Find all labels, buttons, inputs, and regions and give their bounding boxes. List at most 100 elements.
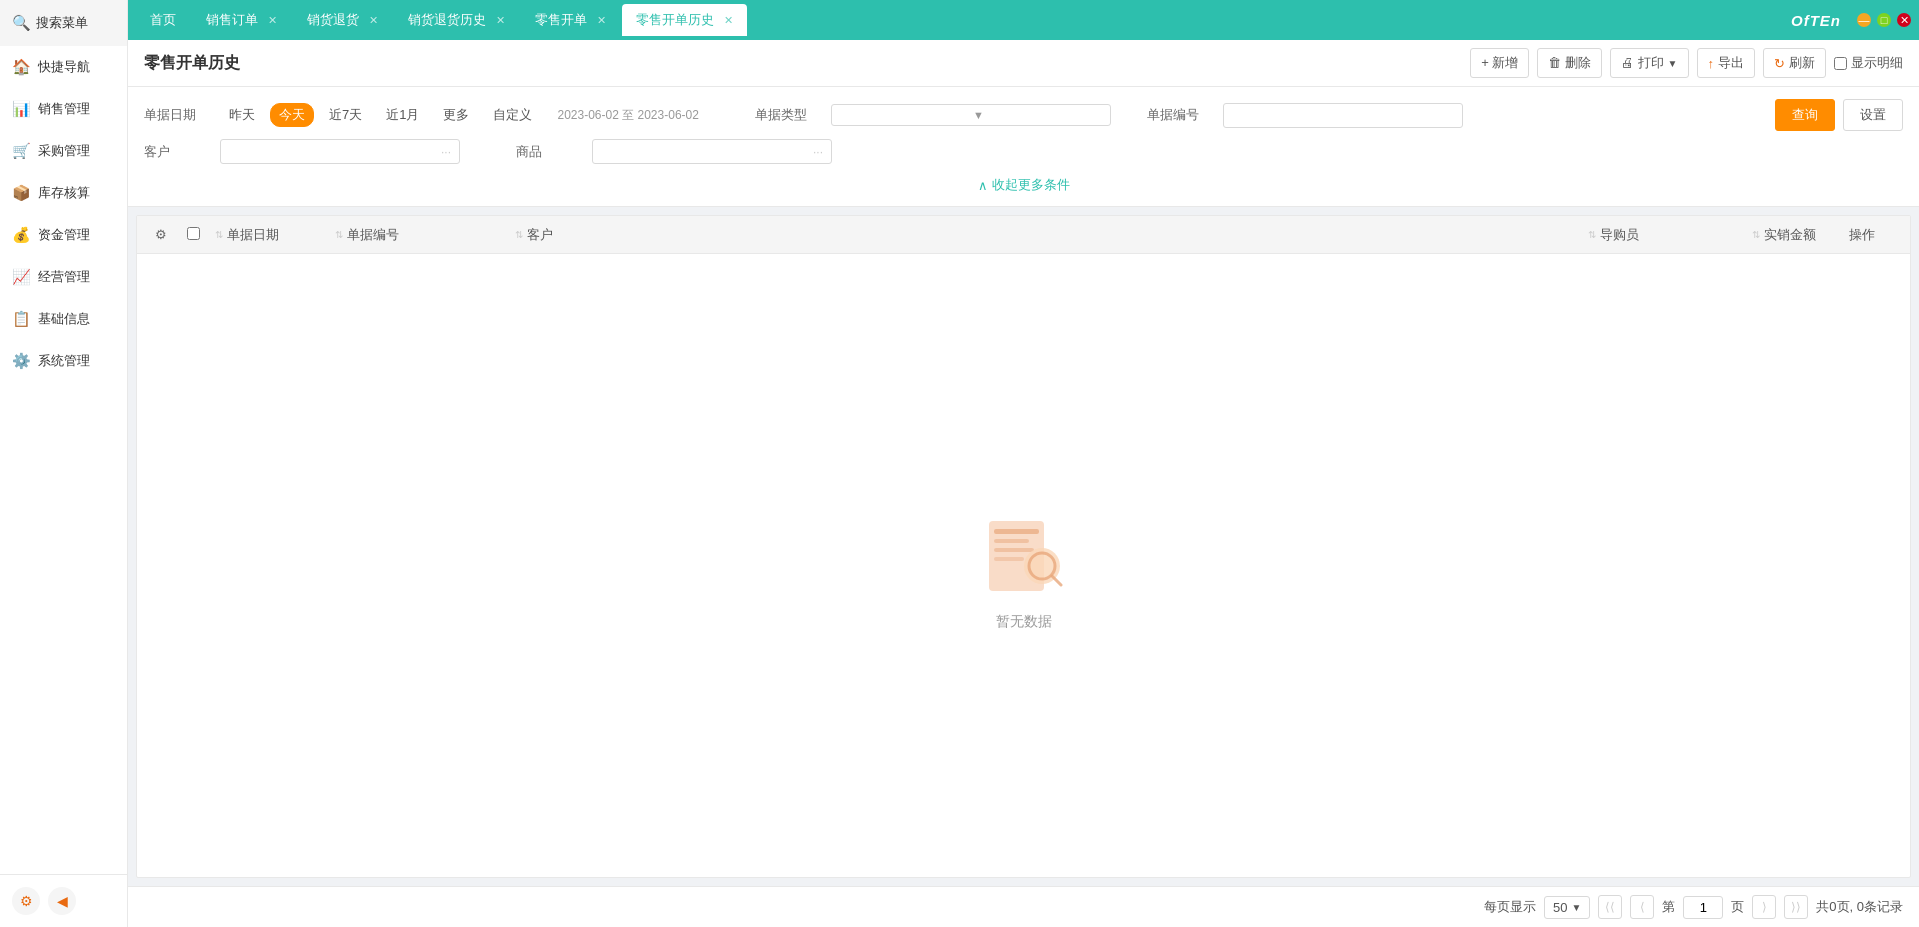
th-action-label: 操作 xyxy=(1849,226,1875,244)
sort-icon-1: ⇅ xyxy=(215,229,223,240)
tab-sales-return-close[interactable]: ✕ xyxy=(369,14,378,27)
first-page-btn[interactable]: ⟨⟨ xyxy=(1598,895,1622,919)
customer-input[interactable]: ··· xyxy=(220,139,460,164)
page-number-input[interactable] xyxy=(1683,896,1723,919)
next-page-btn[interactable]: ⟩ xyxy=(1752,895,1776,919)
tab-retail-open-close[interactable]: ✕ xyxy=(597,14,606,27)
export-button[interactable]: ↑ 导出 xyxy=(1697,48,1756,78)
select-all-checkbox[interactable] xyxy=(177,227,209,243)
sidebar-item-inventory[interactable]: 📦 库存核算 xyxy=(0,172,127,214)
window-close-btn[interactable]: ✕ xyxy=(1897,13,1911,27)
filter-row-2: 客户 ··· 商品 ··· xyxy=(144,139,1903,164)
page-suffix: 页 xyxy=(1731,898,1744,916)
per-page-label: 每页显示 xyxy=(1484,898,1536,916)
goods-label: 商品 xyxy=(516,143,576,161)
money-icon: 💰 xyxy=(12,226,30,244)
sort-icon-4: ⇅ xyxy=(1588,229,1596,240)
window-controls: — □ ✕ xyxy=(1857,13,1911,27)
sidebar-item-label: 基础信息 xyxy=(38,310,90,328)
yesterday-btn[interactable]: 昨天 xyxy=(220,103,264,127)
today-btn[interactable]: 今天 xyxy=(270,103,314,127)
tab-home-label: 首页 xyxy=(150,11,176,29)
page-size-value: 50 xyxy=(1553,900,1567,915)
tab-sales-order-close[interactable]: ✕ xyxy=(268,14,277,27)
window-maximize-btn[interactable]: □ xyxy=(1877,13,1891,27)
tab-sales-return-history[interactable]: 销货退货历史 ✕ xyxy=(394,4,519,36)
table-header: ⚙ ⇅ 单据日期 ⇅ 单据编号 ⇅ 客户 xyxy=(137,216,1910,254)
refresh-button[interactable]: ↻ 刷新 xyxy=(1763,48,1826,78)
th-num[interactable]: ⇅ 单据编号 xyxy=(329,218,509,252)
sidebar-item-basic-info[interactable]: 📋 基础信息 xyxy=(0,298,127,340)
svg-rect-3 xyxy=(994,548,1034,552)
th-client[interactable]: ⇅ 客户 xyxy=(509,218,1582,252)
show-detail-input[interactable] xyxy=(1834,57,1847,70)
sidebar-item-sys-mgmt[interactable]: ⚙️ 系统管理 xyxy=(0,340,127,382)
goods-input[interactable]: ··· xyxy=(592,139,832,164)
goods-dots: ··· xyxy=(813,145,823,159)
content-wrapper: 零售开单历史 + 新增 🗑 删除 🖨 打印 ▼ ↑ 导出 ↻ xyxy=(128,40,1919,927)
empty-text: 暂无数据 xyxy=(996,613,1052,631)
more-date-btn[interactable]: 更多 xyxy=(434,103,478,127)
sidebar: 🔍 搜索菜单 🏠 快捷导航 📊 销售管理 🛒 采购管理 📦 库存核算 💰 资金管… xyxy=(0,0,128,927)
custom-date-btn[interactable]: 自定义 xyxy=(484,103,541,127)
collapse-sidebar-btn[interactable]: ◀ xyxy=(48,887,76,915)
sort-icon-2: ⇅ xyxy=(335,229,343,240)
page-size-select[interactable]: 50 ▼ xyxy=(1544,896,1590,919)
th-date[interactable]: ⇅ 单据日期 xyxy=(209,218,329,252)
th-client-label: 客户 xyxy=(527,226,553,244)
search-menu-item[interactable]: 🔍 搜索菜单 xyxy=(0,0,127,46)
add-button[interactable]: + 新增 xyxy=(1470,48,1529,78)
sidebar-item-quick-nav[interactable]: 🏠 快捷导航 xyxy=(0,46,127,88)
last-month-btn[interactable]: 近1月 xyxy=(377,103,428,127)
pagination-summary: 共0页, 0条记录 xyxy=(1816,898,1903,916)
sidebar-item-sales-mgmt[interactable]: 📊 销售管理 xyxy=(0,88,127,130)
tab-sales-return-history-close[interactable]: ✕ xyxy=(496,14,505,27)
settings-icon-btn[interactable]: ⚙ xyxy=(12,887,40,915)
th-amount-label: 实销金额 xyxy=(1764,226,1816,244)
sidebar-item-operations[interactable]: 📈 经营管理 xyxy=(0,256,127,298)
select-all-input[interactable] xyxy=(187,227,200,240)
print-button[interactable]: 🖨 打印 ▼ xyxy=(1610,48,1689,78)
settings-button[interactable]: 设置 xyxy=(1843,99,1903,131)
last-page-btn[interactable]: ⟩⟩ xyxy=(1784,895,1808,919)
chart-icon: 📊 xyxy=(12,100,30,118)
doc-type-select[interactable]: ▼ xyxy=(831,104,1111,126)
last7-btn[interactable]: 近7天 xyxy=(320,103,371,127)
tab-sales-return[interactable]: 销货退货 ✕ xyxy=(293,4,392,36)
goods-field[interactable] xyxy=(601,144,809,159)
doc-num-input[interactable] xyxy=(1223,103,1463,128)
collapse-label: 收起更多条件 xyxy=(992,176,1070,194)
settings-label: 设置 xyxy=(1860,106,1886,124)
query-button[interactable]: 查询 xyxy=(1775,99,1835,131)
customer-field[interactable] xyxy=(229,144,437,159)
show-detail-checkbox[interactable]: 显示明细 xyxy=(1834,54,1903,72)
delete-button[interactable]: 🗑 删除 xyxy=(1537,48,1602,78)
column-settings-btn[interactable]: ⚙ xyxy=(145,227,177,242)
sidebar-item-label: 系统管理 xyxy=(38,352,90,370)
tab-retail-history-close[interactable]: ✕ xyxy=(724,14,733,27)
date-range-display: 2023-06-02 至 2023-06-02 xyxy=(557,107,698,124)
content-body: ⚙ ⇅ 单据日期 ⇅ 单据编号 ⇅ 客户 xyxy=(128,207,1919,927)
tab-retail-open-label: 零售开单 xyxy=(535,11,587,29)
tab-retail-open[interactable]: 零售开单 ✕ xyxy=(521,4,620,36)
th-amount[interactable]: ⇅ 实销金额 xyxy=(1702,218,1822,252)
tab-sales-order[interactable]: 销售订单 ✕ xyxy=(192,4,291,36)
sidebar-item-purchase-mgmt[interactable]: 🛒 采购管理 xyxy=(0,130,127,172)
page-label: 第 xyxy=(1662,898,1675,916)
refresh-label: 刷新 xyxy=(1789,54,1815,72)
th-guide[interactable]: ⇅ 导购员 xyxy=(1582,218,1702,252)
doc-num-field[interactable] xyxy=(1232,108,1454,123)
refresh-icon: ↻ xyxy=(1774,56,1785,71)
search-menu-label: 搜索菜单 xyxy=(36,14,88,32)
th-action: 操作 xyxy=(1822,218,1902,252)
doc-type-label: 单据类型 xyxy=(755,106,815,124)
empty-state: 暂无数据 xyxy=(914,254,1134,877)
tab-retail-history[interactable]: 零售开单历史 ✕ xyxy=(622,4,747,36)
prev-page-btn[interactable]: ⟨ xyxy=(1630,895,1654,919)
collapse-filter-btn[interactable]: ∧ 收起更多条件 xyxy=(144,172,1903,198)
window-minimize-btn[interactable]: — xyxy=(1857,13,1871,27)
sidebar-item-finance[interactable]: 💰 资金管理 xyxy=(0,214,127,256)
tab-home[interactable]: 首页 xyxy=(136,4,190,36)
export-icon: ↑ xyxy=(1708,56,1715,71)
th-guide-label: 导购员 xyxy=(1600,226,1639,244)
